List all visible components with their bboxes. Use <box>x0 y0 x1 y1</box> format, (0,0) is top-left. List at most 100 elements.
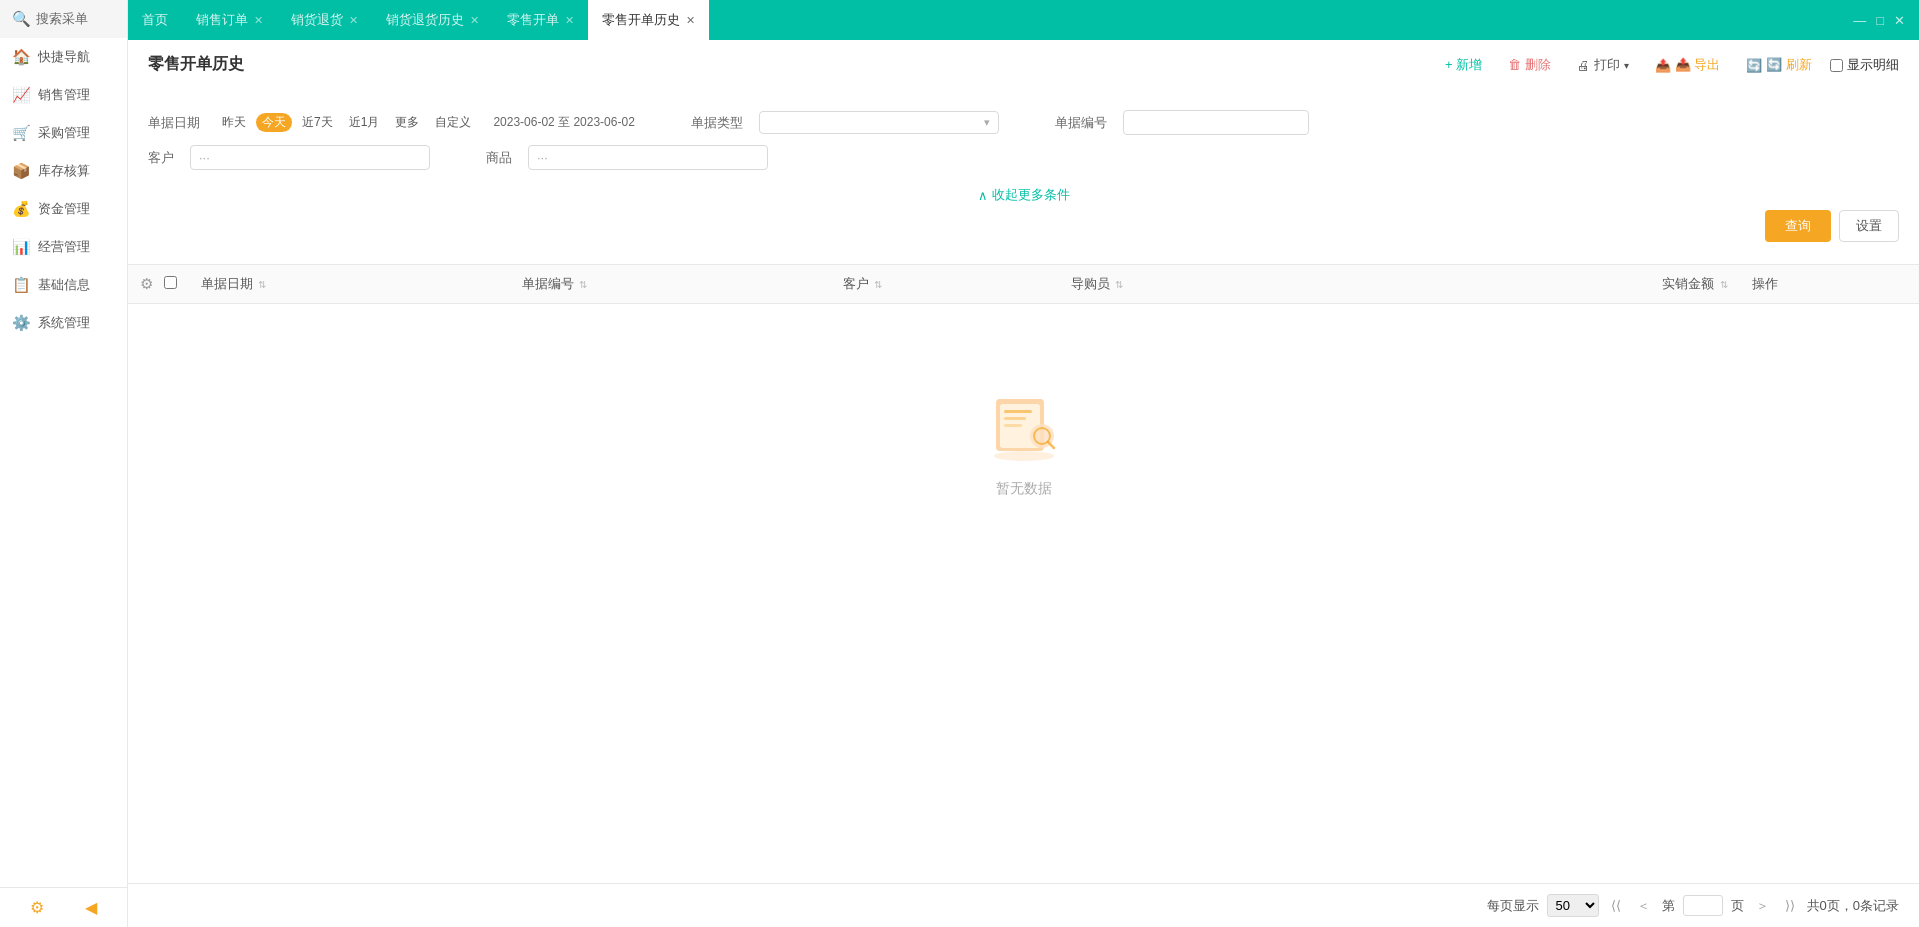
display-detail-checkbox[interactable] <box>1830 59 1843 72</box>
sidebar-search[interactable]: 🔍 搜索采单 <box>0 0 127 38</box>
prev-page-btn[interactable]: ＜ <box>1633 895 1654 917</box>
tab-sales-return-history-label: 销货退货历史 <box>386 11 464 29</box>
tab-sales-return[interactable]: 销货退货 ✕ <box>277 0 372 40</box>
first-page-btn[interactable]: ⟨⟨ <box>1607 896 1625 915</box>
tab-home[interactable]: 首页 <box>128 0 182 40</box>
th-date: 单据日期 ⇅ <box>189 265 510 304</box>
goods-select[interactable]: ··· <box>528 145 768 170</box>
th-num: 单据编号 ⇅ <box>510 265 831 304</box>
print-arrow: ▾ <box>1624 60 1629 71</box>
box-icon: 📦 <box>12 162 30 180</box>
collapse-filter-btn[interactable]: ∧ 收起更多条件 <box>978 186 1070 204</box>
tab-retail-history[interactable]: 零售开单历史 ✕ <box>588 0 709 40</box>
table-wrapper: ⚙ 单据日期 ⇅ 单据编号 ⇅ 客户 <box>128 265 1919 883</box>
per-page-select[interactable]: 10 20 50 100 <box>1547 894 1599 917</box>
home-icon: 🏠 <box>12 48 30 66</box>
table-settings-icon[interactable]: ⚙ <box>140 275 153 292</box>
date-btn-today[interactable]: 今天 <box>256 113 292 132</box>
tab-retail-open-close[interactable]: ✕ <box>565 14 574 27</box>
date-btn-yesterday[interactable]: 昨天 <box>216 113 252 132</box>
sidebar-item-label: 资金管理 <box>38 200 90 218</box>
sidebar-item-operations[interactable]: 📊 经营管理 <box>0 228 127 266</box>
settings-th: ⚙ <box>128 265 189 304</box>
table-header-row: ⚙ 单据日期 ⇅ 单据编号 ⇅ 客户 <box>128 265 1919 304</box>
select-all-checkbox[interactable] <box>164 276 177 289</box>
search-icon: 🔍 <box>12 10 30 28</box>
sidebar-item-label: 经营管理 <box>38 238 90 256</box>
window-maximize-btn[interactable]: □ <box>1876 13 1884 28</box>
date-btn-more[interactable]: 更多 <box>389 113 425 132</box>
tab-sales-order-close[interactable]: ✕ <box>254 14 263 27</box>
tab-sales-return-close[interactable]: ✕ <box>349 14 358 27</box>
export-button[interactable]: 📤 📤 导出 <box>1647 52 1729 78</box>
tab-sales-return-label: 销货退货 <box>291 11 343 29</box>
display-detail-label: 显示明细 <box>1847 56 1899 74</box>
empty-state: 暂无数据 <box>128 304 1919 578</box>
chart-icon: 📈 <box>12 86 30 104</box>
sidebar-item-sales-mgmt[interactable]: 📈 销售管理 <box>0 76 127 114</box>
sidebar-collapse-icon[interactable]: ◀ <box>85 898 97 917</box>
sidebar-search-label: 搜索采单 <box>36 10 88 28</box>
tab-retail-history-close[interactable]: ✕ <box>686 14 695 27</box>
delete-button[interactable]: 🗑 删除 <box>1500 52 1559 78</box>
clipboard-icon: 📋 <box>12 276 30 294</box>
sidebar-item-label: 库存核算 <box>38 162 90 180</box>
print-button[interactable]: 🖨 打印 ▾ <box>1569 52 1637 78</box>
th-amount: 实销金额 ⇅ <box>1419 265 1740 304</box>
collapse-label: 收起更多条件 <box>992 186 1070 204</box>
add-button[interactable]: + 新增 <box>1437 52 1490 78</box>
toolbar: + 新增 🗑 删除 🖨 打印 ▾ 📤 📤 导出 🔄 🔄 刷新 <box>1437 52 1899 78</box>
window-close-btn[interactable]: ✕ <box>1894 13 1905 28</box>
th-customer-sort[interactable]: ⇅ <box>874 279 882 290</box>
topbar-window-controls: — □ ✕ <box>1853 13 1919 28</box>
order-type-select[interactable]: ▾ <box>759 111 999 134</box>
page-label: 第 <box>1662 897 1675 915</box>
order-num-input[interactable] <box>1123 110 1309 135</box>
tab-sales-order[interactable]: 销售订单 ✕ <box>182 0 277 40</box>
date-btn-7days[interactable]: 近7天 <box>296 113 339 132</box>
display-detail-toggle[interactable]: 显示明细 <box>1830 56 1899 74</box>
print-label: 打印 <box>1594 56 1620 74</box>
svg-rect-4 <box>1004 417 1026 420</box>
tab-sales-order-label: 销售订单 <box>196 11 248 29</box>
last-page-btn[interactable]: ⟩⟩ <box>1781 896 1799 915</box>
sidebar-item-finance[interactable]: 💰 资金管理 <box>0 190 127 228</box>
cart-icon: 🛒 <box>12 124 30 142</box>
th-date-sort[interactable]: ⇅ <box>258 279 266 290</box>
sidebar-settings-icon[interactable]: ⚙ <box>30 898 44 917</box>
sidebar-item-basic-info[interactable]: 📋 基础信息 <box>0 266 127 304</box>
refresh-label: 🔄 刷新 <box>1766 56 1812 74</box>
export-label: 📤 导出 <box>1675 56 1721 74</box>
current-page-input[interactable]: 1 <box>1683 895 1723 916</box>
sidebar-item-quick-nav[interactable]: 🏠 快捷导航 <box>0 38 127 76</box>
page-suffix: 页 <box>1731 897 1744 915</box>
report-icon: 📊 <box>12 238 30 256</box>
goods-dots: ··· <box>537 150 548 165</box>
filter-area: 单据日期 昨天 今天 近7天 近1月 更多 自定义 2023-06-02 至 2… <box>128 98 1919 265</box>
svg-rect-5 <box>1004 424 1022 427</box>
tab-retail-open-label: 零售开单 <box>507 11 559 29</box>
filter-row-date: 单据日期 昨天 今天 近7天 近1月 更多 自定义 2023-06-02 至 2… <box>148 110 1899 135</box>
sidebar-item-inventory[interactable]: 📦 库存核算 <box>0 152 127 190</box>
th-salesperson-sort[interactable]: ⇅ <box>1115 279 1123 290</box>
customer-select[interactable]: ··· <box>190 145 430 170</box>
query-button[interactable]: 查询 <box>1765 210 1831 242</box>
goods-label: 商品 <box>486 149 512 167</box>
window-minimize-btn[interactable]: — <box>1853 13 1866 28</box>
sidebar-item-label: 基础信息 <box>38 276 90 294</box>
sidebar-item-purchase-mgmt[interactable]: 🛒 采购管理 <box>0 114 127 152</box>
th-num-sort[interactable]: ⇅ <box>579 279 587 290</box>
tab-retail-open[interactable]: 零售开单 ✕ <box>493 0 588 40</box>
date-btn-1month[interactable]: 近1月 <box>343 113 386 132</box>
tab-sales-return-history[interactable]: 销货退货历史 ✕ <box>372 0 493 40</box>
date-btn-custom[interactable]: 自定义 <box>429 113 477 132</box>
next-page-btn[interactable]: ＞ <box>1752 895 1773 917</box>
tab-sales-return-history-close[interactable]: ✕ <box>470 14 479 27</box>
order-type-label: 单据类型 <box>691 114 743 132</box>
money-icon: 💰 <box>12 200 30 218</box>
th-amount-sort[interactable]: ⇅ <box>1720 279 1728 290</box>
refresh-button[interactable]: 🔄 🔄 刷新 <box>1738 52 1820 78</box>
sidebar-item-label: 系统管理 <box>38 314 90 332</box>
set-button[interactable]: 设置 <box>1839 210 1899 242</box>
sidebar-item-sys-mgmt[interactable]: ⚙️ 系统管理 <box>0 304 127 342</box>
